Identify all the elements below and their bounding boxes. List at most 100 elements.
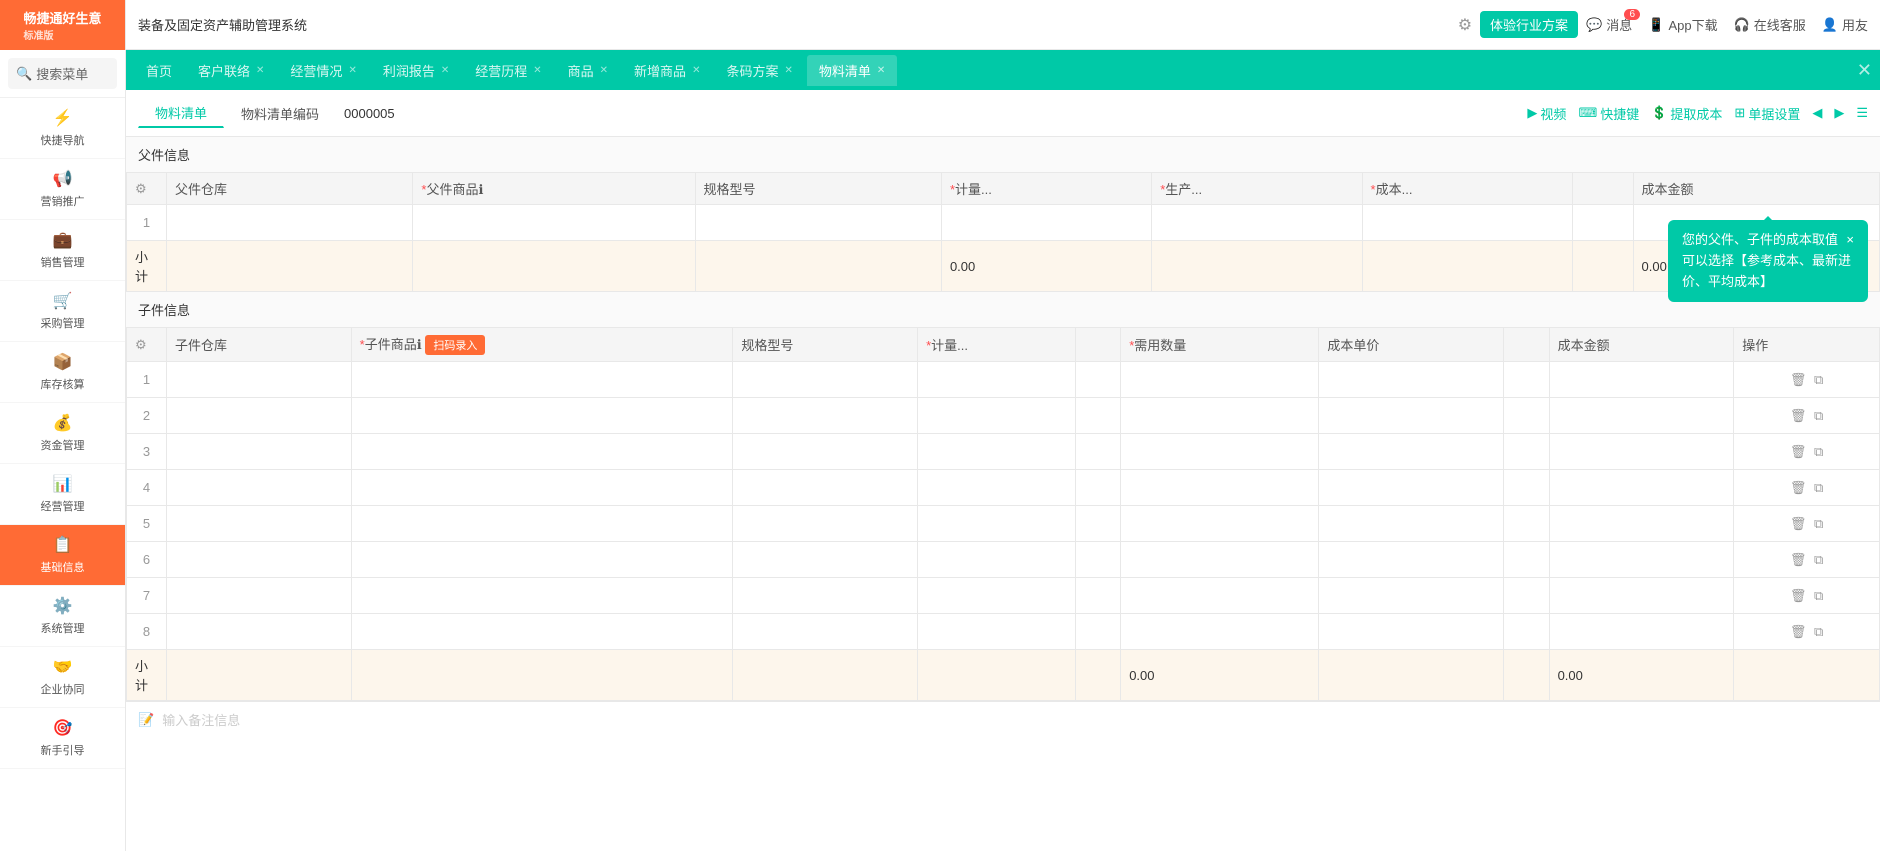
child-row-2-unit[interactable] [918,398,1076,434]
copy-icon-8[interactable]: ⧉ [1814,624,1823,639]
nav-prev-btn[interactable]: ◀ [1812,105,1822,121]
sidebar-search-area[interactable]: 🔍 搜索菜单 [0,50,125,98]
copy-icon-1[interactable]: ⧉ [1814,372,1823,387]
delete-icon-4[interactable]: 🗑 [1790,480,1807,495]
tab-bom-close[interactable]: ✕ [877,65,885,76]
child-row-4-qty[interactable] [1121,470,1319,506]
child-row-2-product[interactable] [351,398,733,434]
child-row-3-spec[interactable] [733,434,918,470]
parent-row-1-product[interactable] [413,205,695,241]
child-row-8-unitcost[interactable] [1319,614,1504,650]
child-row-3-unit[interactable] [918,434,1076,470]
child-row-7-spec[interactable] [733,578,918,614]
copy-icon-5[interactable]: ⧉ [1814,516,1823,531]
child-row-5-warehouse[interactable] [167,506,352,542]
child-row-7-unit[interactable] [918,578,1076,614]
delete-icon-7[interactable]: 🗑 [1790,588,1807,603]
sidebar-item-guide[interactable]: 🎯 新手引导 [0,708,125,769]
online-service-button[interactable]: 🎧 在线客服 [1734,15,1806,34]
tab-home[interactable]: 首页 [134,55,184,86]
child-row-1-warehouse[interactable] [167,362,352,398]
extract-cost-btn[interactable]: 💲 提取成本 [1651,104,1722,123]
child-row-6-qty[interactable] [1121,542,1319,578]
tab-product[interactable]: 商品 ✕ [556,55,620,86]
sidebar-item-basic-info[interactable]: 📋 基础信息 [0,525,125,586]
child-row-6-warehouse[interactable] [167,542,352,578]
child-row-2-unitcost[interactable] [1319,398,1504,434]
delete-icon-2[interactable]: 🗑 [1790,408,1807,423]
tab-profit-close[interactable]: ✕ [441,65,449,76]
tab-customer[interactable]: 客户联络 ✕ [186,55,276,86]
subtab-bom[interactable]: 物料清单 [138,98,224,128]
tab-profit[interactable]: 利润报告 ✕ [371,55,461,86]
child-row-8-warehouse[interactable] [167,614,352,650]
sidebar-item-finance[interactable]: 💰 资金管理 [0,403,125,464]
child-row-4-spec[interactable] [733,470,918,506]
tab-product-close[interactable]: ✕ [600,65,608,76]
search-menu-button[interactable]: 🔍 搜索菜单 [8,58,117,89]
video-btn[interactable]: ▶ 视频 [1527,104,1566,123]
parent-row-1-spec[interactable] [695,205,941,241]
tab-bom[interactable]: 物料清单 ✕ [807,55,897,86]
trial-button[interactable]: 体验行业方案 [1480,11,1578,38]
child-row-1-unitcost[interactable] [1319,362,1504,398]
copy-icon-6[interactable]: ⧉ [1814,552,1823,567]
app-download-button[interactable]: 📱 App下载 [1648,15,1717,34]
child-row-7-qty[interactable] [1121,578,1319,614]
copy-icon-7[interactable]: ⧉ [1814,588,1823,603]
list-view-btn[interactable]: ☰ [1856,105,1868,121]
delete-icon-3[interactable]: 🗑 [1790,444,1807,459]
child-row-5-qty[interactable] [1121,506,1319,542]
child-row-4-unit[interactable] [918,470,1076,506]
user-button[interactable]: 👤 用友 [1822,15,1868,34]
settings-icon[interactable]: ⚙ [1458,15,1472,35]
child-row-7-unitcost[interactable] [1319,578,1504,614]
child-row-4-product[interactable] [351,470,733,506]
tab-customer-close[interactable]: ✕ [256,65,264,76]
parent-col-settings[interactable]: ⚙ [127,173,167,205]
child-row-3-unitcost[interactable] [1319,434,1504,470]
parent-row-1-production[interactable] [1152,205,1362,241]
message-button[interactable]: 💬 消息 6 [1586,15,1632,34]
delete-icon-5[interactable]: 🗑 [1790,516,1807,531]
child-col-settings[interactable]: ⚙ [127,328,167,362]
tooltip-close-btn[interactable]: × [1846,230,1854,251]
single-settings-btn[interactable]: ⊞ 单据设置 [1734,104,1800,123]
sidebar-item-system[interactable]: ⚙️ 系统管理 [0,586,125,647]
tab-operations[interactable]: 经营情况 ✕ [278,55,368,86]
child-row-6-spec[interactable] [733,542,918,578]
sidebar-item-operations[interactable]: 📊 经营管理 [0,464,125,525]
sidebar-item-quicknav[interactable]: ⚡ 快捷导航 [0,98,125,159]
child-row-8-spec[interactable] [733,614,918,650]
close-all-tabs[interactable]: ✕ [1857,60,1872,81]
parent-row-1-unit[interactable] [941,205,1151,241]
tab-newproduct-close[interactable]: ✕ [692,65,700,76]
child-row-7-warehouse[interactable] [167,578,352,614]
child-row-8-unit[interactable] [918,614,1076,650]
child-row-5-unitcost[interactable] [1319,506,1504,542]
child-row-6-product[interactable] [351,542,733,578]
tab-barcode[interactable]: 条码方案 ✕ [714,55,804,86]
child-row-5-product[interactable] [351,506,733,542]
parent-row-1-cost[interactable] [1362,205,1572,241]
note-placeholder[interactable]: 输入备注信息 [162,710,240,729]
child-row-8-product[interactable] [351,614,733,650]
child-row-8-qty[interactable] [1121,614,1319,650]
child-row-1-spec[interactable] [733,362,918,398]
child-settings-gear-icon[interactable]: ⚙ [135,337,147,352]
parent-row-1-warehouse[interactable] [167,205,413,241]
delete-icon-8[interactable]: 🗑 [1790,624,1807,639]
sidebar-item-sales[interactable]: 💼 销售管理 [0,220,125,281]
child-row-4-warehouse[interactable] [167,470,352,506]
child-row-1-qty[interactable] [1121,362,1319,398]
tab-new-product[interactable]: 新增商品 ✕ [622,55,712,86]
child-row-2-qty[interactable] [1121,398,1319,434]
nav-next-btn[interactable]: ▶ [1834,105,1844,121]
subtab-bom-code[interactable]: 物料清单编码 [224,99,336,128]
child-row-6-unit[interactable] [918,542,1076,578]
child-row-2-warehouse[interactable] [167,398,352,434]
child-row-5-spec[interactable] [733,506,918,542]
child-row-3-warehouse[interactable] [167,434,352,470]
tab-operations-close[interactable]: ✕ [348,65,356,76]
child-row-7-product[interactable] [351,578,733,614]
